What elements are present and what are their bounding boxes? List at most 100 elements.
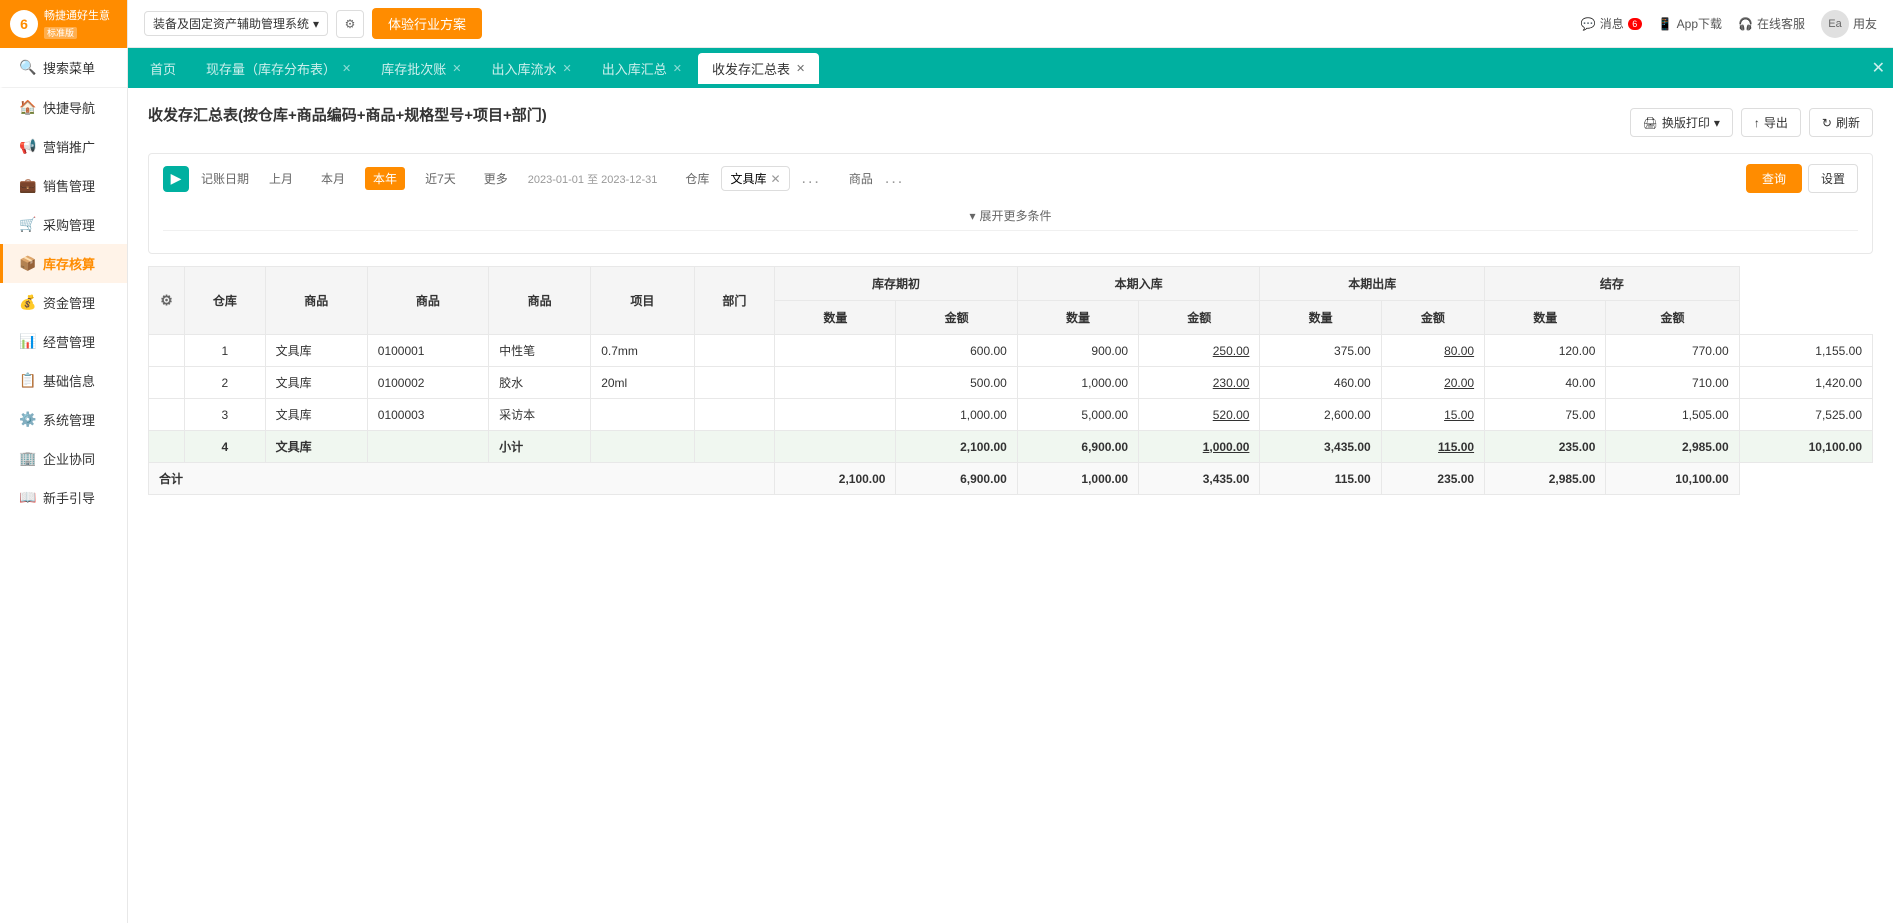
sidebar-item-guide[interactable]: 📖 新手引导 <box>0 478 127 517</box>
tab-inout-flow[interactable]: 出入库流水 ✕ <box>477 53 585 84</box>
row-close-qty: 1,505.00 <box>1606 399 1739 431</box>
row-out-qty[interactable]: 20.00 <box>1381 367 1484 399</box>
tab-label: 现存量（库存分布表） <box>206 59 336 78</box>
sidebar-item-basic[interactable]: 📋 基础信息 <box>0 361 127 400</box>
message-icon: 💬 <box>1581 17 1596 31</box>
megaphone-icon: 📢 <box>19 138 35 155</box>
expand-more-button[interactable]: ▾ 展开更多条件 <box>969 207 1051 224</box>
row-out-qty[interactable]: 15.00 <box>1381 399 1484 431</box>
col-goods-code-header: 商品 <box>265 267 367 335</box>
row-out-qty-link[interactable]: 20.00 <box>1444 376 1474 390</box>
sidebar-item-inventory[interactable]: 📦 库存核算 <box>0 244 127 283</box>
building-icon: 🏢 <box>19 450 35 467</box>
date-btn-this-year[interactable]: 本年 <box>365 167 405 190</box>
row-goods-spec: 20ml <box>591 367 694 399</box>
date-btn-last-month[interactable]: 上月 <box>261 167 301 190</box>
row-settings-cell <box>149 335 185 367</box>
date-btn-this-month[interactable]: 本月 <box>313 167 353 190</box>
row-dept <box>775 335 896 367</box>
date-btn-7days[interactable]: 近7天 <box>417 167 464 190</box>
sidebar-item-finance[interactable]: 💰 资金管理 <box>0 283 127 322</box>
row-in-qty[interactable]: 250.00 <box>1139 335 1260 367</box>
close-all-tabs-button[interactable]: ✕ <box>1872 58 1885 78</box>
row-in-qty-link[interactable]: 1,000.00 <box>1203 440 1250 454</box>
row-goods-code <box>367 431 488 463</box>
row-close-amt: 10,100.00 <box>1739 431 1872 463</box>
sidebar-item-sales[interactable]: 💼 销售管理 <box>0 166 127 205</box>
row-out-qty[interactable]: 80.00 <box>1381 335 1484 367</box>
row-in-qty[interactable]: 520.00 <box>1139 399 1260 431</box>
row-in-qty[interactable]: 230.00 <box>1139 367 1260 399</box>
row-dept <box>775 399 896 431</box>
user-button[interactable]: Ea 用友 <box>1821 10 1877 38</box>
expand-icon: ▾ <box>969 209 975 223</box>
tab-close-icon[interactable]: ✕ <box>342 62 351 75</box>
print-button[interactable]: 🖨 换版打印 ▾ <box>1630 108 1733 137</box>
content-area: 收发存汇总表(按仓库+商品编码+商品+规格型号+项目+部门) 🖨 换版打印 ▾ … <box>128 88 1893 923</box>
export-button[interactable]: ↑ 导出 <box>1741 108 1801 137</box>
tab-close-icon[interactable]: ✕ <box>452 62 461 75</box>
settings-button[interactable]: ⚙ <box>336 10 364 38</box>
message-button[interactable]: 💬 消息 6 <box>1581 15 1642 32</box>
row-in-qty-link[interactable]: 230.00 <box>1213 376 1250 390</box>
row-open-qty: 1,000.00 <box>896 399 1017 431</box>
app-download-button[interactable]: 📱 App下载 <box>1658 15 1722 32</box>
row-in-qty-link[interactable]: 250.00 <box>1213 344 1250 358</box>
tab-inout-summary[interactable]: 出入库汇总 ✕ <box>588 53 696 84</box>
row-in-amt: 460.00 <box>1260 367 1381 399</box>
query-button[interactable]: 查询 <box>1746 164 1802 193</box>
filter-toggle-button[interactable]: ▶ <box>163 166 189 192</box>
service-button[interactable]: 🎧 在线客服 <box>1738 15 1805 32</box>
sidebar-item-operations[interactable]: 📊 经营管理 <box>0 322 127 361</box>
tab-batch-ledger[interactable]: 库存批次账 ✕ <box>367 53 475 84</box>
row-warehouse: 文具库 <box>265 399 367 431</box>
row-open-amt: 6,900.00 <box>1017 431 1138 463</box>
date-btn-more[interactable]: 更多 <box>476 167 516 190</box>
row-in-qty-link[interactable]: 520.00 <box>1213 408 1250 422</box>
sidebar-item-label: 库存核算 <box>43 254 95 273</box>
page-title: 收发存汇总表(按仓库+商品编码+商品+规格型号+项目+部门) <box>148 104 547 125</box>
logo-line1: 畅捷通好生意 <box>44 9 110 24</box>
row-close-qty: 770.00 <box>1606 335 1739 367</box>
tab-inventory-dist[interactable]: 现存量（库存分布表） ✕ <box>192 53 365 84</box>
row-dept <box>775 367 896 399</box>
row-out-qty[interactable]: 115.00 <box>1381 431 1484 463</box>
row-goods-code: 0100003 <box>367 399 488 431</box>
table-row: 2文具库0100002胶水20ml500.001,000.00230.00460… <box>149 367 1873 399</box>
column-settings-button[interactable]: 设置 <box>1808 164 1858 193</box>
export-icon: ↑ <box>1754 116 1760 130</box>
sidebar-item-marketing[interactable]: 📢 营销推广 <box>0 127 127 166</box>
sidebar-item-system[interactable]: ⚙️ 系统管理 <box>0 400 127 439</box>
sidebar-item-quick-nav[interactable]: 🏠 快捷导航 <box>0 88 127 127</box>
sidebar-item-purchase[interactable]: 🛒 采购管理 <box>0 205 127 244</box>
row-out-amt: 75.00 <box>1485 399 1606 431</box>
col-out-qty-header: 数量 <box>1260 301 1381 335</box>
row-out-qty-link[interactable]: 15.00 <box>1444 408 1474 422</box>
tab-recv-send-summary[interactable]: 收发存汇总表 ✕ <box>698 53 819 84</box>
print-label: 换版打印 <box>1662 114 1710 131</box>
refresh-button[interactable]: ↻ 刷新 <box>1809 108 1873 137</box>
sidebar-item-search[interactable]: 🔍 搜索菜单 <box>0 48 127 88</box>
tab-close-icon[interactable]: ✕ <box>563 62 572 75</box>
warehouse-more-button[interactable]: ... <box>802 170 821 188</box>
tab-close-icon[interactable]: ✕ <box>673 62 682 75</box>
warehouse-remove-button[interactable]: ✕ <box>770 172 780 186</box>
row-out-qty-link[interactable]: 80.00 <box>1444 344 1474 358</box>
goods-more-button[interactable]: ... <box>885 170 904 188</box>
table-row: 3文具库0100003采访本1,000.005,000.00520.002,60… <box>149 399 1873 431</box>
row-open-amt: 1,000.00 <box>1017 367 1138 399</box>
col-settings-icon[interactable]: ⚙ <box>160 292 173 308</box>
row-in-qty[interactable]: 1,000.00 <box>1139 431 1260 463</box>
gear-icon: ⚙ <box>345 17 356 31</box>
system-name: 装备及固定资产辅助管理系统 <box>153 15 309 32</box>
sidebar-item-label: 营销推广 <box>43 137 95 156</box>
trial-button[interactable]: 体验行业方案 <box>372 8 482 39</box>
system-selector[interactable]: 装备及固定资产辅助管理系统 ▾ <box>144 11 328 36</box>
sidebar-item-enterprise[interactable]: 🏢 企业协同 <box>0 439 127 478</box>
tab-home[interactable]: 首页 <box>136 53 190 84</box>
row-out-qty-link[interactable]: 115.00 <box>1438 440 1474 454</box>
tab-label: 出入库流水 <box>491 59 556 78</box>
sidebar-item-label: 采购管理 <box>43 215 95 234</box>
topbar-right: 💬 消息 6 📱 App下载 🎧 在线客服 Ea 用友 <box>1581 10 1877 38</box>
tab-close-icon[interactable]: ✕ <box>796 62 805 75</box>
